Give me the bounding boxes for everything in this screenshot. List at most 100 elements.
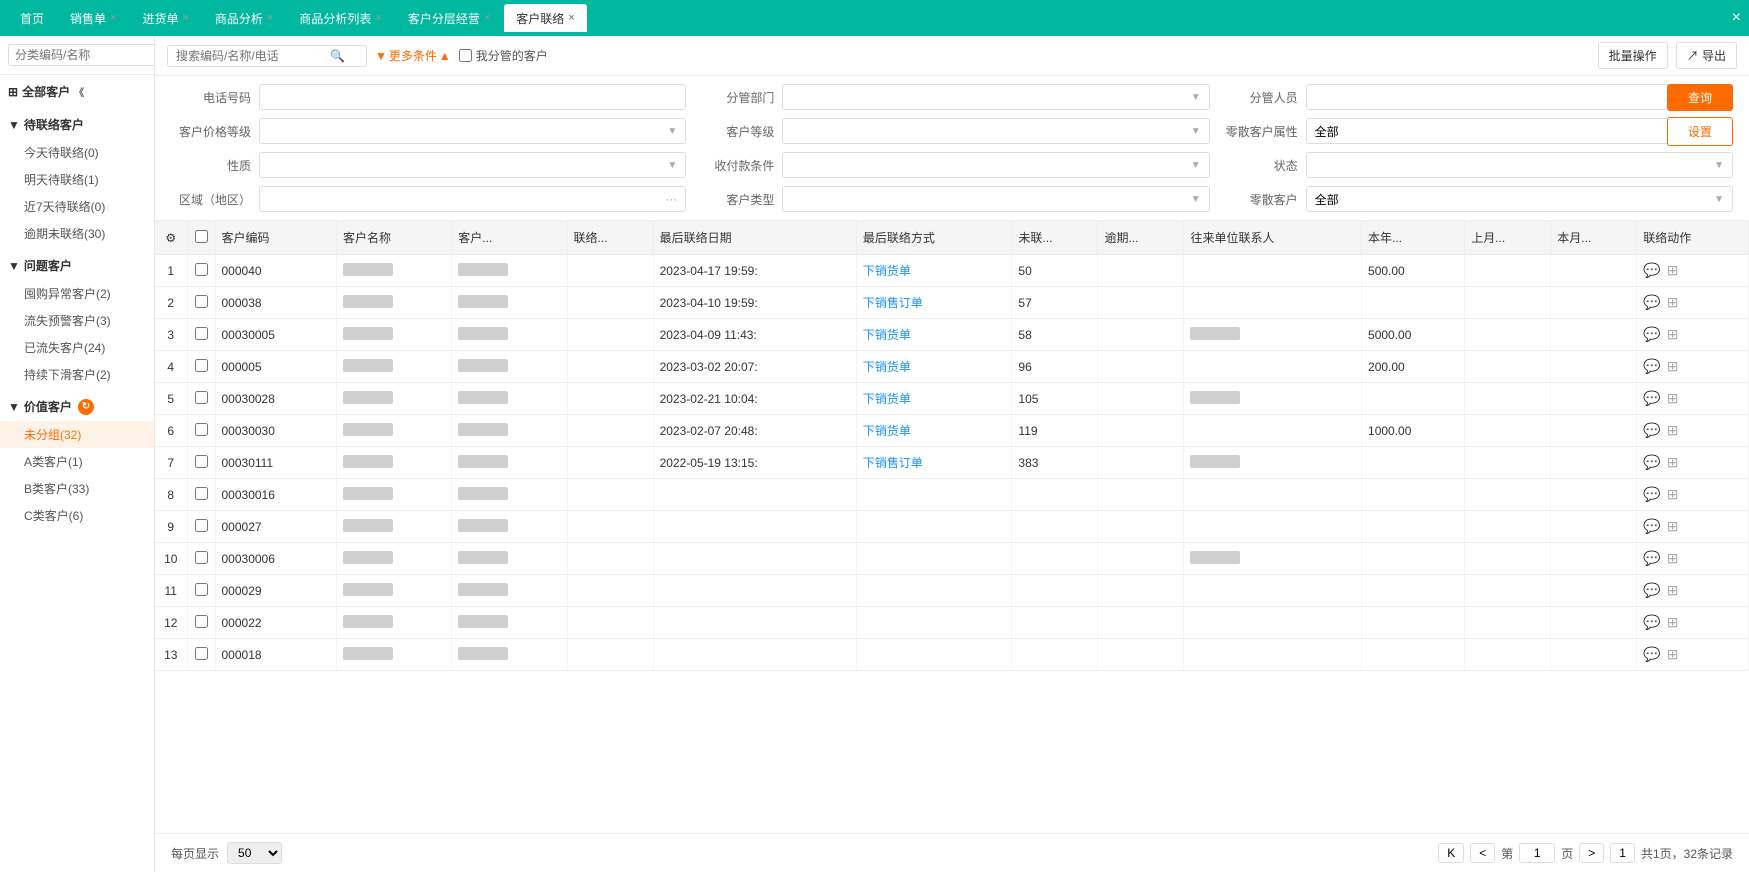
page-number-input[interactable]: [1519, 843, 1555, 863]
sidebar-item-churn-warning[interactable]: 流失预警客户(3): [0, 307, 154, 334]
last-method-link[interactable]: 下销货单: [863, 360, 911, 374]
row-checkbox[interactable]: [195, 519, 208, 532]
action-grid-icon[interactable]: ⊞: [1667, 422, 1679, 439]
row-checkbox[interactable]: [195, 359, 208, 372]
col-checkbox-header[interactable]: [187, 221, 215, 255]
last-page-button[interactable]: 1: [1610, 843, 1635, 863]
sidebar-item-c-class[interactable]: C类客户(6): [0, 502, 154, 529]
tab-purchase[interactable]: 进货单 ×: [130, 4, 200, 32]
last-method-link[interactable]: 下销货单: [863, 328, 911, 342]
action-chat-icon[interactable]: 💬: [1643, 262, 1660, 279]
action-chat-icon[interactable]: 💬: [1643, 294, 1660, 311]
action-grid-icon[interactable]: ⊞: [1667, 550, 1679, 567]
action-grid-icon[interactable]: ⊞: [1667, 518, 1679, 535]
action-grid-icon[interactable]: ⊞: [1667, 646, 1679, 663]
payment-select[interactable]: ▼: [782, 152, 1209, 178]
value-section-header[interactable]: ▼ 价值客户 ↻: [0, 392, 154, 421]
export-button[interactable]: ↗ 导出: [1676, 42, 1737, 69]
query-button[interactable]: 查询: [1667, 84, 1733, 111]
tab-sales-close[interactable]: ×: [110, 12, 116, 24]
action-chat-icon[interactable]: 💬: [1643, 582, 1660, 599]
action-grid-icon[interactable]: ⊞: [1667, 486, 1679, 503]
row-checkbox[interactable]: [195, 551, 208, 564]
sidebar-item-churned[interactable]: 已流失客户(24): [0, 334, 154, 361]
select-all-checkbox[interactable]: [195, 230, 208, 243]
sidebar-item-declining[interactable]: 持续下滑客户(2): [0, 361, 154, 388]
tab-product-analysis-close[interactable]: ×: [267, 12, 273, 24]
sidebar-item-tomorrow-pending[interactable]: 明天待联络(1): [0, 166, 154, 193]
last-method-link[interactable]: 下销货单: [863, 264, 911, 278]
action-grid-icon[interactable]: ⊞: [1667, 262, 1679, 279]
row-checkbox[interactable]: [195, 327, 208, 340]
tab-customer-tier[interactable]: 客户分层经营 ×: [396, 4, 502, 32]
reset-button[interactable]: 设置: [1667, 117, 1733, 146]
price-tier-select[interactable]: ▼: [259, 118, 686, 144]
pending-section-header[interactable]: ▼ 待联络客户: [0, 110, 154, 139]
action-grid-icon[interactable]: ⊞: [1667, 326, 1679, 343]
last-method-link[interactable]: 下销售订单: [863, 296, 923, 310]
nature-select[interactable]: ▼: [259, 152, 686, 178]
action-grid-icon[interactable]: ⊞: [1667, 614, 1679, 631]
action-chat-icon[interactable]: 💬: [1643, 326, 1660, 343]
tab-product-analysis[interactable]: 商品分析 ×: [203, 4, 285, 32]
row-checkbox[interactable]: [195, 295, 208, 308]
row-checkbox[interactable]: [195, 391, 208, 404]
col-settings[interactable]: ⚙: [155, 221, 187, 255]
action-chat-icon[interactable]: 💬: [1643, 614, 1660, 631]
sidebar-item-overdue-pending[interactable]: 逾期未联络(30): [0, 220, 154, 247]
phone-input[interactable]: [268, 90, 677, 104]
row-checkbox[interactable]: [195, 647, 208, 660]
tab-sales[interactable]: 销售单 ×: [58, 4, 128, 32]
action-chat-icon[interactable]: 💬: [1643, 358, 1660, 375]
action-chat-icon[interactable]: 💬: [1643, 422, 1660, 439]
action-chat-icon[interactable]: 💬: [1643, 454, 1660, 471]
sidebar-item-hoarding[interactable]: 囤购异常客户(2): [0, 280, 154, 307]
sidebar-search-input[interactable]: [8, 44, 155, 66]
action-grid-icon[interactable]: ⊞: [1667, 390, 1679, 407]
sidebar-item-b-class[interactable]: B类客户(33): [0, 475, 154, 502]
region-input[interactable]: [268, 192, 661, 206]
dept-select[interactable]: ▼: [782, 84, 1209, 110]
customer-tier-select[interactable]: ▼: [782, 118, 1209, 144]
tab-home[interactable]: 首页: [8, 4, 56, 32]
action-chat-icon[interactable]: 💬: [1643, 550, 1660, 567]
tab-customer-contact-close[interactable]: ×: [568, 12, 574, 24]
region-dots[interactable]: ···: [665, 192, 677, 206]
next-page-button[interactable]: >: [1579, 843, 1604, 863]
last-method-link[interactable]: 下销货单: [863, 424, 911, 438]
action-grid-icon[interactable]: ⊞: [1667, 294, 1679, 311]
more-filter-button[interactable]: ▼ 更多条件 ▲: [375, 47, 451, 64]
sidebar-item-ungroup[interactable]: 未分组(32): [0, 421, 154, 448]
action-chat-icon[interactable]: 💬: [1643, 486, 1660, 503]
sidebar-item-a-class[interactable]: A类客户(1): [0, 448, 154, 475]
status-select[interactable]: ▼: [1306, 152, 1733, 178]
tab-customer-contact[interactable]: 客户联络 ×: [504, 4, 586, 32]
row-checkbox[interactable]: [195, 263, 208, 276]
window-close-button[interactable]: ×: [1732, 9, 1741, 27]
action-chat-icon[interactable]: 💬: [1643, 518, 1660, 535]
my-customers-checkbox[interactable]: [459, 49, 472, 62]
first-page-button[interactable]: K: [1438, 843, 1464, 863]
row-checkbox[interactable]: [195, 487, 208, 500]
row-checkbox[interactable]: [195, 455, 208, 468]
customer-type-select[interactable]: ▼: [782, 186, 1209, 212]
last-method-link[interactable]: 下销货单: [863, 392, 911, 406]
sidebar-item-today-pending[interactable]: 今天待联络(0): [0, 139, 154, 166]
my-customers-filter[interactable]: 我分管的客户: [459, 47, 548, 64]
search-input[interactable]: [176, 49, 326, 63]
batch-operation-button[interactable]: 批量操作: [1598, 42, 1668, 69]
all-customers-header[interactable]: ⊞ 全部客户 《: [0, 77, 154, 106]
search-icon[interactable]: 🔍: [330, 49, 345, 63]
tab-purchase-close[interactable]: ×: [182, 12, 188, 24]
last-method-link[interactable]: 下销售订单: [863, 456, 923, 470]
tab-product-list-close[interactable]: ×: [375, 12, 381, 24]
person-input[interactable]: [1315, 90, 1708, 104]
row-checkbox[interactable]: [195, 423, 208, 436]
tab-customer-tier-close[interactable]: ×: [484, 12, 490, 24]
prev-page-button[interactable]: <: [1470, 843, 1495, 863]
problem-section-header[interactable]: ▼ 问题客户: [0, 251, 154, 280]
action-grid-icon[interactable]: ⊞: [1667, 454, 1679, 471]
page-size-select[interactable]: 50 20 100: [227, 842, 282, 864]
action-grid-icon[interactable]: ⊞: [1667, 582, 1679, 599]
sidebar-item-7day-pending[interactable]: 近7天待联络(0): [0, 193, 154, 220]
